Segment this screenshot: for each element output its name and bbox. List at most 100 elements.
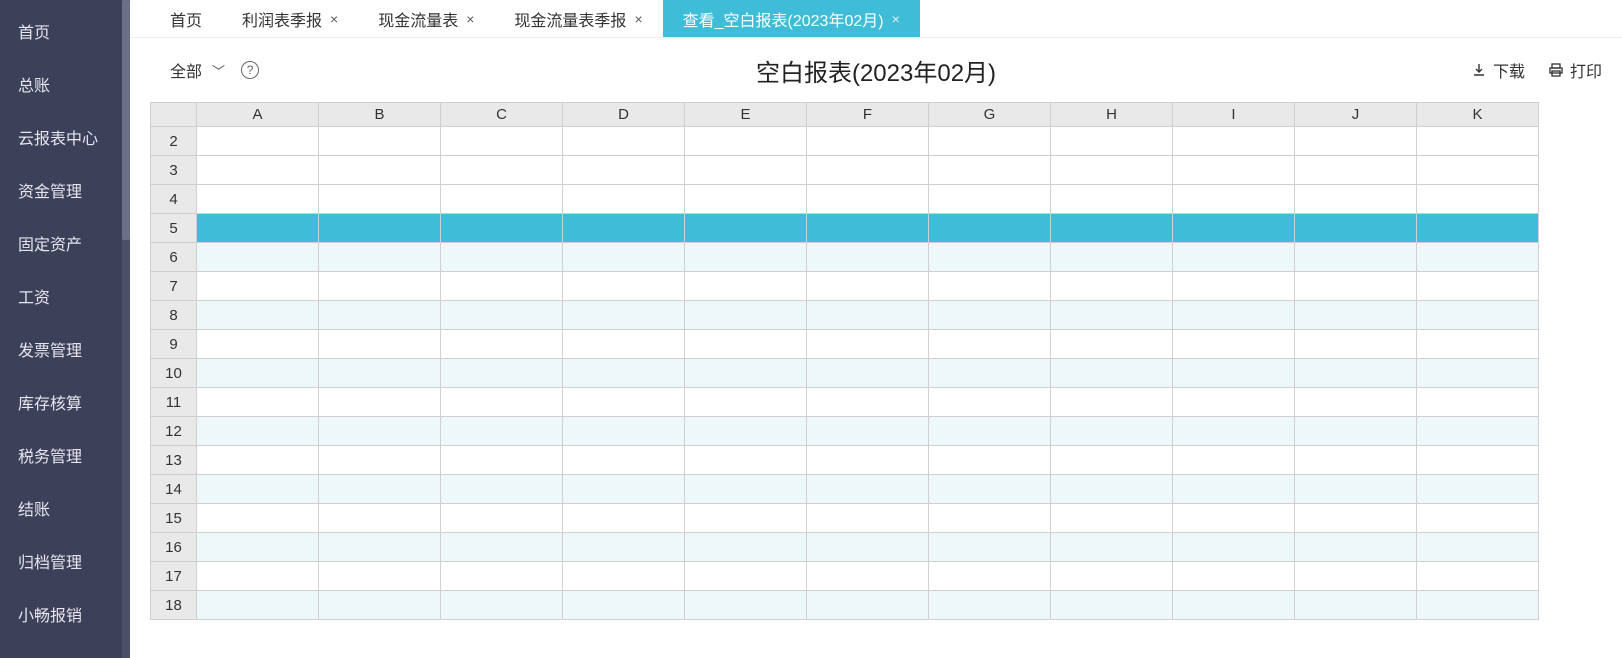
row-header[interactable]: 14 bbox=[151, 475, 197, 504]
cell[interactable] bbox=[685, 533, 807, 562]
cell[interactable] bbox=[1051, 591, 1173, 620]
cell[interactable] bbox=[685, 417, 807, 446]
cell[interactable] bbox=[319, 301, 441, 330]
cell[interactable] bbox=[807, 533, 929, 562]
row-header[interactable]: 2 bbox=[151, 127, 197, 156]
cell[interactable] bbox=[1295, 562, 1417, 591]
cell[interactable] bbox=[563, 330, 685, 359]
cell[interactable] bbox=[1051, 301, 1173, 330]
sidebar-item-expense[interactable]: 小畅报销 bbox=[0, 587, 130, 640]
cell[interactable] bbox=[929, 243, 1051, 272]
close-icon[interactable]: × bbox=[892, 11, 900, 27]
cell[interactable] bbox=[1417, 417, 1539, 446]
cell[interactable] bbox=[807, 446, 929, 475]
cell[interactable] bbox=[1417, 214, 1539, 243]
cell[interactable] bbox=[1051, 330, 1173, 359]
cell[interactable] bbox=[1295, 243, 1417, 272]
cell[interactable] bbox=[929, 533, 1051, 562]
cell[interactable] bbox=[441, 359, 563, 388]
cell[interactable] bbox=[441, 591, 563, 620]
row-header[interactable]: 6 bbox=[151, 243, 197, 272]
cell[interactable] bbox=[1417, 533, 1539, 562]
cell[interactable] bbox=[441, 272, 563, 301]
cell[interactable] bbox=[929, 127, 1051, 156]
cell[interactable] bbox=[197, 127, 319, 156]
cell[interactable] bbox=[1173, 301, 1295, 330]
cell[interactable] bbox=[807, 562, 929, 591]
cell[interactable] bbox=[807, 504, 929, 533]
row-header[interactable]: 9 bbox=[151, 330, 197, 359]
cell[interactable] bbox=[807, 301, 929, 330]
column-header[interactable]: C bbox=[441, 103, 563, 127]
cell[interactable] bbox=[807, 156, 929, 185]
cell[interactable] bbox=[685, 359, 807, 388]
cell[interactable] bbox=[1051, 185, 1173, 214]
cell[interactable] bbox=[563, 533, 685, 562]
column-header[interactable]: D bbox=[563, 103, 685, 127]
cell[interactable] bbox=[441, 243, 563, 272]
cell[interactable] bbox=[1417, 388, 1539, 417]
cell[interactable] bbox=[929, 185, 1051, 214]
cell[interactable] bbox=[197, 185, 319, 214]
sidebar-item-salary[interactable]: 工资 bbox=[0, 269, 130, 322]
cell[interactable] bbox=[807, 388, 929, 417]
cell[interactable] bbox=[1051, 533, 1173, 562]
cell[interactable] bbox=[1173, 330, 1295, 359]
column-header[interactable]: B bbox=[319, 103, 441, 127]
cell[interactable] bbox=[929, 562, 1051, 591]
cell[interactable] bbox=[685, 330, 807, 359]
cell[interactable] bbox=[929, 156, 1051, 185]
cell[interactable] bbox=[441, 127, 563, 156]
cell[interactable] bbox=[441, 214, 563, 243]
cell[interactable] bbox=[1295, 388, 1417, 417]
cell[interactable] bbox=[929, 388, 1051, 417]
column-header[interactable]: G bbox=[929, 103, 1051, 127]
cell[interactable] bbox=[807, 272, 929, 301]
cell[interactable] bbox=[1295, 504, 1417, 533]
cell[interactable] bbox=[929, 446, 1051, 475]
cell[interactable] bbox=[1051, 359, 1173, 388]
cell[interactable] bbox=[563, 214, 685, 243]
cell[interactable] bbox=[1173, 359, 1295, 388]
sidebar-item-archive[interactable]: 归档管理 bbox=[0, 534, 130, 587]
tab-home[interactable]: 首页 bbox=[150, 0, 222, 37]
cell[interactable] bbox=[441, 388, 563, 417]
cell[interactable] bbox=[319, 214, 441, 243]
cell[interactable] bbox=[1295, 533, 1417, 562]
cell[interactable] bbox=[929, 504, 1051, 533]
cell[interactable] bbox=[563, 388, 685, 417]
row-header[interactable]: 13 bbox=[151, 446, 197, 475]
cell[interactable] bbox=[563, 475, 685, 504]
cell[interactable] bbox=[441, 417, 563, 446]
cell[interactable] bbox=[1173, 272, 1295, 301]
cell[interactable] bbox=[807, 417, 929, 446]
cell[interactable] bbox=[197, 504, 319, 533]
print-button[interactable]: 打印 bbox=[1547, 58, 1602, 82]
cell[interactable] bbox=[1173, 417, 1295, 446]
row-header[interactable]: 18 bbox=[151, 591, 197, 620]
sidebar-item-invoices[interactable]: 发票管理 bbox=[0, 322, 130, 375]
cell[interactable] bbox=[319, 533, 441, 562]
cell[interactable] bbox=[807, 330, 929, 359]
cell[interactable] bbox=[319, 417, 441, 446]
cell[interactable] bbox=[319, 388, 441, 417]
row-header[interactable]: 5 bbox=[151, 214, 197, 243]
cell[interactable] bbox=[563, 243, 685, 272]
cell[interactable] bbox=[441, 330, 563, 359]
cell[interactable] bbox=[197, 272, 319, 301]
row-header[interactable]: 10 bbox=[151, 359, 197, 388]
cell[interactable] bbox=[319, 127, 441, 156]
cell[interactable] bbox=[1051, 243, 1173, 272]
column-header[interactable]: K bbox=[1417, 103, 1539, 127]
cell[interactable] bbox=[563, 272, 685, 301]
cell[interactable] bbox=[1051, 272, 1173, 301]
cell[interactable] bbox=[1417, 185, 1539, 214]
cell[interactable] bbox=[197, 562, 319, 591]
sidebar-item-fixed-assets[interactable]: 固定资产 bbox=[0, 216, 130, 269]
cell[interactable] bbox=[1173, 185, 1295, 214]
cell[interactable] bbox=[685, 446, 807, 475]
cell[interactable] bbox=[197, 417, 319, 446]
cell[interactable] bbox=[197, 388, 319, 417]
cell[interactable] bbox=[1417, 330, 1539, 359]
cell[interactable] bbox=[1051, 388, 1173, 417]
